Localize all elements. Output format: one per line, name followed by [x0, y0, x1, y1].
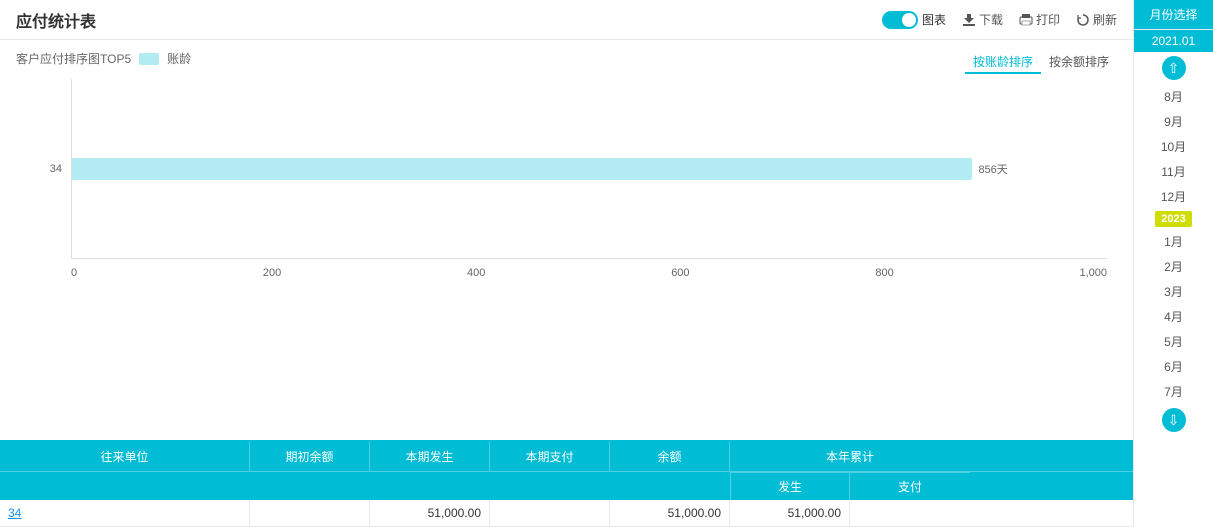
x-axis-1000: 1,000: [1079, 267, 1107, 279]
bar-chart-area: 34 856天: [71, 79, 1107, 259]
legend-label: 账龄: [167, 50, 191, 67]
td-opening: [250, 500, 370, 526]
td-balance: 51,000.00: [610, 500, 730, 526]
th-ytd: 本年累计: [730, 442, 970, 471]
download-button[interactable]: 下载: [962, 11, 1003, 28]
td-occurrence: 51,000.00: [370, 500, 490, 526]
th-ytd-payment: 支付: [850, 472, 970, 500]
sidebar-month-8[interactable]: 8月: [1134, 84, 1213, 109]
table-section: 往来单位 期初余额 本期发生 本期支付 余额 本年累计 发生 支付 34 51,…: [0, 440, 1133, 527]
sidebar-month-5[interactable]: 5月: [1134, 329, 1213, 354]
legend-title: 客户应付排序图TOP5: [16, 50, 131, 67]
sidebar-nav: ⇧ 8月 9月 10月 11月 12月 2023 1月 2月 3月 4月 5月 …: [1134, 52, 1213, 527]
th-occurrence: 本期发生: [370, 442, 490, 471]
th-opening: 期初余额: [250, 442, 370, 471]
x-axis-800: 800: [875, 267, 893, 279]
td-unit[interactable]: 34: [0, 500, 250, 526]
bar-fill: [72, 158, 972, 180]
sidebar-month-3[interactable]: 3月: [1134, 279, 1213, 304]
sidebar-month-6[interactable]: 6月: [1134, 354, 1213, 379]
x-axis: 0 200 400 600 800 1,000: [71, 263, 1107, 279]
sidebar-scroll-up[interactable]: ⇧: [1162, 56, 1186, 80]
td-payment: [490, 500, 610, 526]
th-ytd-occurrence: 发生: [730, 472, 850, 500]
chart-toggle-label: 图表: [922, 11, 946, 28]
sidebar-month-1[interactable]: 1月: [1134, 229, 1213, 254]
sidebar-month-4[interactable]: 4月: [1134, 304, 1213, 329]
th-unit: 往来单位: [0, 442, 250, 471]
sidebar-current-date[interactable]: 2021.01: [1134, 30, 1213, 52]
sidebar-month-9[interactable]: 9月: [1134, 109, 1213, 134]
chart-toggle[interactable]: [882, 11, 918, 29]
x-axis-600: 600: [671, 267, 689, 279]
chart-toggle-group[interactable]: 图表: [882, 11, 946, 29]
sort-by-balance-button[interactable]: 按余额排序: [1041, 51, 1117, 74]
chart-legend: 客户应付排序图TOP5 账龄: [16, 50, 191, 67]
year-badge: 2023: [1155, 211, 1191, 227]
x-axis-0: 0: [71, 267, 77, 279]
sidebar: 月份选择 2021.01 ⇧ 8月 9月 10月 11月 12月 2023 1月…: [1133, 0, 1213, 527]
print-icon: [1019, 13, 1033, 27]
table-row: 34 51,000.00 51,000.00 51,000.00: [0, 500, 1133, 527]
sidebar-month-12[interactable]: 12月: [1134, 184, 1213, 209]
sidebar-header: 月份选择: [1134, 0, 1213, 30]
download-icon: [962, 13, 976, 27]
refresh-button[interactable]: 刷新: [1076, 11, 1117, 28]
sort-buttons: 按账龄排序 按余额排序: [965, 51, 1117, 74]
sidebar-month-2[interactable]: 2月: [1134, 254, 1213, 279]
th-payment: 本期支付: [490, 442, 610, 471]
page-title: 应付统计表: [16, 8, 96, 32]
bar-row: 34 856天: [72, 154, 1107, 184]
sort-by-amount-button[interactable]: 按账龄排序: [965, 51, 1041, 74]
td-ytd-occurrence: 51,000.00: [730, 500, 850, 526]
th-balance: 余额: [610, 442, 730, 471]
sidebar-scroll-down[interactable]: ⇩: [1162, 408, 1186, 432]
sidebar-month-7[interactable]: 7月: [1134, 379, 1213, 404]
x-axis-200: 200: [263, 267, 281, 279]
x-axis-400: 400: [467, 267, 485, 279]
print-button[interactable]: 打印: [1019, 11, 1060, 28]
legend-box: [139, 53, 159, 65]
bar-id-label: 34: [27, 163, 62, 175]
refresh-icon: [1076, 13, 1090, 27]
td-ytd-payment: [850, 500, 970, 526]
sidebar-month-11[interactable]: 11月: [1134, 159, 1213, 184]
sidebar-month-10[interactable]: 10月: [1134, 134, 1213, 159]
bar-value-label: 856天: [978, 161, 1007, 177]
